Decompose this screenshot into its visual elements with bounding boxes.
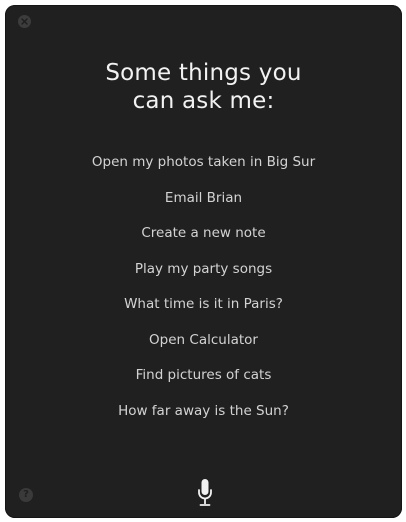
title-line-1: Some things you (105, 60, 302, 86)
help-button[interactable]: ? (19, 488, 33, 502)
close-button[interactable] (18, 15, 31, 28)
suggestion-item[interactable]: Email Brian (5, 181, 402, 217)
suggestion-item[interactable]: Open Calculator (5, 323, 402, 359)
microphone-button[interactable] (194, 477, 216, 509)
suggestion-item[interactable]: How far away is the Sun? (5, 394, 402, 430)
title-line-2: can ask me: (132, 88, 275, 114)
suggestion-item[interactable]: Create a new note (5, 216, 402, 252)
suggestion-list: Open my photos taken in Big Sur Email Br… (5, 145, 402, 429)
help-icon: ? (23, 489, 29, 500)
suggestion-item[interactable]: Open my photos taken in Big Sur (5, 145, 402, 181)
suggestion-item[interactable]: Find pictures of cats (5, 358, 402, 394)
page-title: Some things you can ask me: (5, 59, 402, 115)
suggestion-item[interactable]: Play my party songs (5, 252, 402, 288)
close-icon (21, 18, 28, 25)
microphone-icon (198, 479, 212, 506)
suggestion-item[interactable]: What time is it in Paris? (5, 287, 402, 323)
siri-window: Some things you can ask me: Open my phot… (5, 5, 402, 518)
